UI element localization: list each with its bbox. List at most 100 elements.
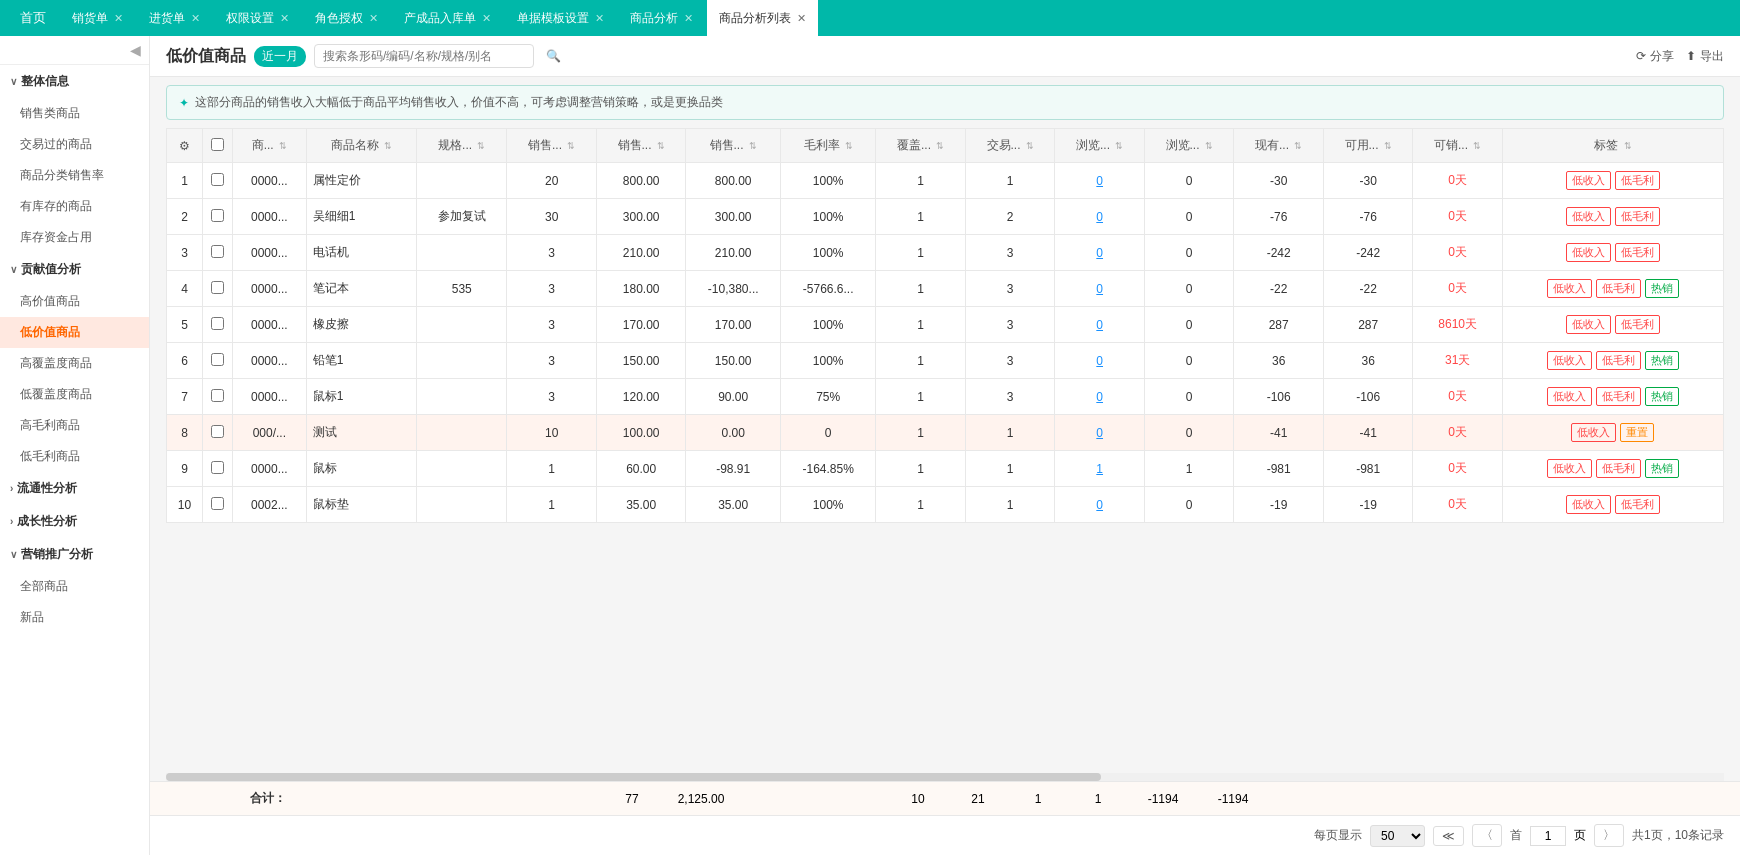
- sidebar-item-high-margin[interactable]: 高毛利商品: [0, 410, 149, 441]
- row-select-checkbox[interactable]: [211, 353, 224, 366]
- row-tags: 低收入低毛利: [1502, 163, 1723, 199]
- tag-label: 热销: [1645, 351, 1679, 370]
- row-view1[interactable]: 0: [1055, 235, 1145, 271]
- row-view1[interactable]: 0: [1055, 415, 1145, 451]
- row-checkbox[interactable]: [203, 271, 233, 307]
- row-code: 0000...: [233, 307, 307, 343]
- row-checkbox[interactable]: [203, 379, 233, 415]
- row-view1[interactable]: 0: [1055, 163, 1145, 199]
- row-checkbox[interactable]: [203, 451, 233, 487]
- price-column-header: 销售... ⇅: [596, 129, 686, 163]
- row-checkbox[interactable]: [203, 343, 233, 379]
- sidebar-section-overall[interactable]: ∨ 整体信息: [0, 65, 149, 98]
- search-icon[interactable]: 🔍: [546, 49, 561, 63]
- row-view1[interactable]: 0: [1055, 307, 1145, 343]
- row-select-checkbox[interactable]: [211, 389, 224, 402]
- row-checkbox[interactable]: [203, 163, 233, 199]
- share-button[interactable]: ⟳ 分享: [1636, 48, 1674, 65]
- sidebar-item-category-sales-rate[interactable]: 商品分类销售率: [0, 160, 149, 191]
- coverage-column-header: 覆盖... ⇅: [876, 129, 966, 163]
- row-checkbox[interactable]: [203, 307, 233, 343]
- nav-purchase-order[interactable]: 进货单 ✕: [137, 0, 212, 36]
- select-all-checkbox[interactable]: [211, 138, 224, 151]
- row-select-checkbox[interactable]: [211, 173, 224, 186]
- row-qty: 1: [507, 487, 597, 523]
- row-view1[interactable]: 1: [1055, 451, 1145, 487]
- close-icon[interactable]: ✕: [280, 12, 289, 25]
- row-select-checkbox[interactable]: [211, 497, 224, 510]
- row-name: 吴细细1: [306, 199, 416, 235]
- row-view1[interactable]: 0: [1055, 487, 1145, 523]
- row-name: 测试: [306, 415, 416, 451]
- row-view1[interactable]: 0: [1055, 199, 1145, 235]
- close-icon[interactable]: ✕: [114, 12, 123, 25]
- row-spec: [416, 163, 506, 199]
- nav-role-auth[interactable]: 角色授权 ✕: [303, 0, 390, 36]
- saleable-column-header: 可销... ⇅: [1413, 129, 1503, 163]
- row-checkbox[interactable]: [203, 235, 233, 271]
- nav-product-analysis[interactable]: 商品分析 ✕: [618, 0, 705, 36]
- sidebar-item-sales-products[interactable]: 销售类商品: [0, 98, 149, 129]
- sidebar-item-new-products[interactable]: 新品: [0, 602, 149, 633]
- row-coverage: 1: [876, 451, 966, 487]
- close-icon[interactable]: ✕: [191, 12, 200, 25]
- row-select-checkbox[interactable]: [211, 209, 224, 222]
- sidebar-section-marketing[interactable]: ∨ 营销推广分析: [0, 538, 149, 571]
- nav-sales-order[interactable]: 销货单 ✕: [60, 0, 135, 36]
- row-select-checkbox[interactable]: [211, 461, 224, 474]
- close-icon[interactable]: ✕: [797, 12, 806, 25]
- row-name: 属性定价: [306, 163, 416, 199]
- tag-label: 低毛利: [1596, 387, 1641, 406]
- nav-product-inbound[interactable]: 产成品入库单 ✕: [392, 0, 503, 36]
- settings-icon[interactable]: ⚙: [179, 139, 190, 153]
- sidebar-item-inventory-capital[interactable]: 库存资金占用: [0, 222, 149, 253]
- scrollbar-thumb[interactable]: [166, 773, 1101, 781]
- sidebar-item-all-products[interactable]: 全部商品: [0, 571, 149, 602]
- sidebar-item-high-coverage[interactable]: 高覆盖度商品: [0, 348, 149, 379]
- prev-page-button[interactable]: 〈: [1472, 824, 1502, 847]
- table-footer: 合计： 77 2,125.00 10 21 1 1 -1194 -1194: [150, 781, 1740, 815]
- settings-column-header[interactable]: ⚙: [167, 129, 203, 163]
- close-icon[interactable]: ✕: [684, 12, 693, 25]
- sidebar-collapse-btn[interactable]: ◀: [130, 42, 141, 58]
- sidebar-section-liquidity[interactable]: › 流通性分析: [0, 472, 149, 505]
- row-select-checkbox[interactable]: [211, 317, 224, 330]
- row-view1[interactable]: 0: [1055, 343, 1145, 379]
- close-icon[interactable]: ✕: [369, 12, 378, 25]
- tag-label: 热销: [1645, 459, 1679, 478]
- row-checkbox[interactable]: [203, 415, 233, 451]
- per-page-select[interactable]: 50 100: [1370, 825, 1425, 847]
- nav-permissions[interactable]: 权限设置 ✕: [214, 0, 301, 36]
- sidebar: ◀ ∨ 整体信息 销售类商品 交易过的商品 商品分类销售率 有库存的商品 库存资…: [0, 36, 150, 855]
- export-button[interactable]: ⬆ 导出: [1686, 48, 1724, 65]
- page-number-input[interactable]: [1530, 826, 1566, 846]
- next-page-button[interactable]: 〉: [1594, 824, 1624, 847]
- period-badge[interactable]: 近一月: [254, 46, 306, 67]
- row-checkbox[interactable]: [203, 199, 233, 235]
- close-icon[interactable]: ✕: [482, 12, 491, 25]
- close-icon[interactable]: ✕: [595, 12, 604, 25]
- row-select-checkbox[interactable]: [211, 281, 224, 294]
- nav-product-analysis-list[interactable]: 商品分析列表 ✕: [707, 0, 818, 36]
- checkbox-column-header[interactable]: [203, 129, 233, 163]
- row-view1[interactable]: 0: [1055, 379, 1145, 415]
- sidebar-item-stocked-products[interactable]: 有库存的商品: [0, 191, 149, 222]
- search-input[interactable]: [314, 44, 534, 68]
- first-page-button[interactable]: ≪: [1433, 826, 1464, 846]
- row-checkbox[interactable]: [203, 487, 233, 523]
- row-select-checkbox[interactable]: [211, 245, 224, 258]
- sidebar-section-contribution[interactable]: ∨ 贡献值分析: [0, 253, 149, 286]
- horizontal-scrollbar[interactable]: [166, 773, 1724, 781]
- nav-home[interactable]: 首页: [8, 0, 58, 36]
- sidebar-section-growth[interactable]: › 成长性分析: [0, 505, 149, 538]
- sidebar-item-high-value[interactable]: 高价值商品: [0, 286, 149, 317]
- sidebar-item-low-value[interactable]: 低价值商品: [0, 317, 149, 348]
- row-days: 0天: [1413, 163, 1503, 199]
- row-view1[interactable]: 0: [1055, 271, 1145, 307]
- nav-template-settings[interactable]: 单据模板设置 ✕: [505, 0, 616, 36]
- sidebar-item-low-coverage[interactable]: 低覆盖度商品: [0, 379, 149, 410]
- sidebar-item-low-margin[interactable]: 低毛利商品: [0, 441, 149, 472]
- row-select-checkbox[interactable]: [211, 425, 224, 438]
- sidebar-item-traded-products[interactable]: 交易过的商品: [0, 129, 149, 160]
- row-name: 橡皮擦: [306, 307, 416, 343]
